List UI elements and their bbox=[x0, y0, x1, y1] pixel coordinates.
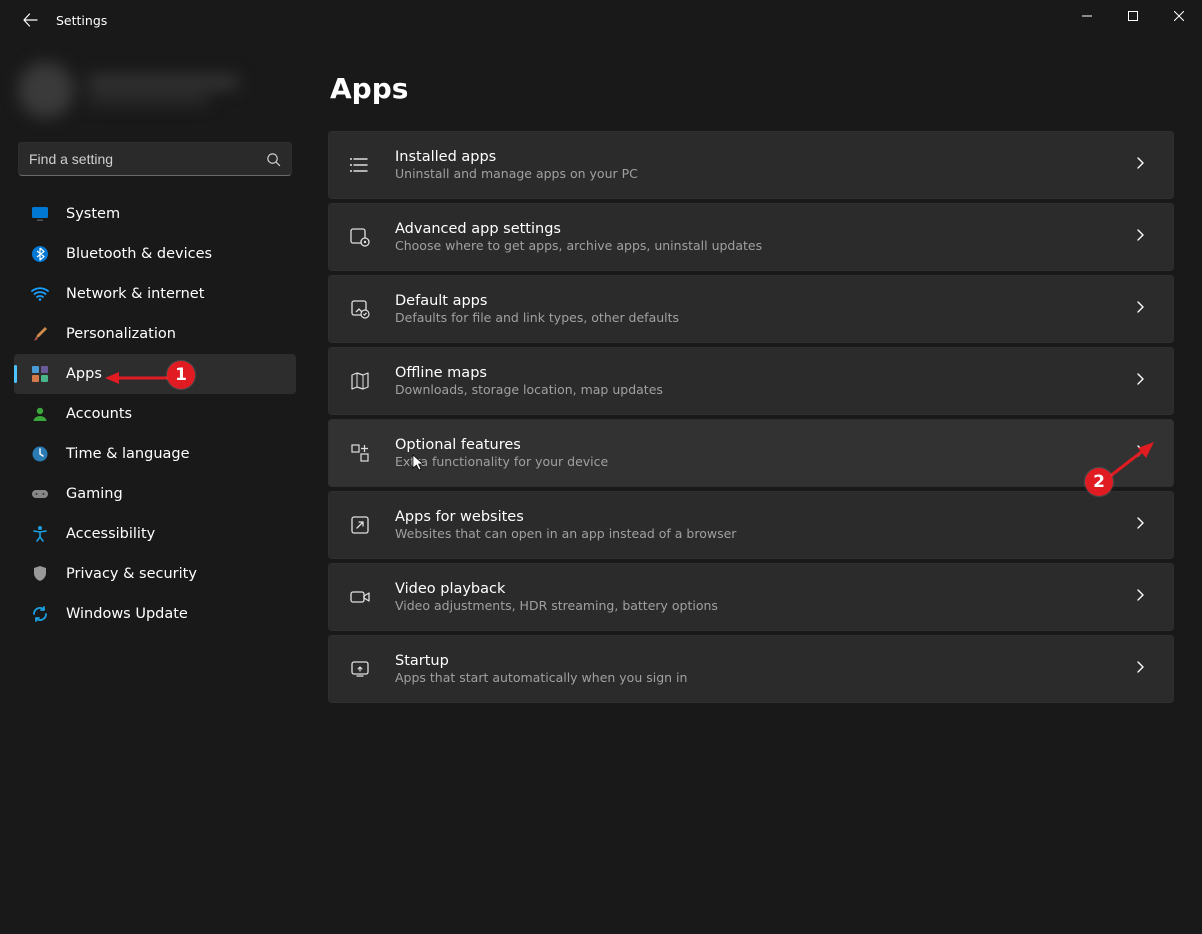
sidebar-item-label: System bbox=[66, 206, 120, 222]
card-desc: Uninstall and manage apps on your PC bbox=[395, 166, 1111, 181]
maximize-icon bbox=[1128, 11, 1138, 21]
nav-list: System Bluetooth & devices Network & int… bbox=[8, 194, 302, 634]
brush-icon bbox=[30, 324, 50, 344]
card-title: Offline maps bbox=[395, 365, 1111, 381]
titlebar: Settings bbox=[0, 0, 1202, 40]
mouse-cursor-icon bbox=[412, 454, 426, 472]
card-startup[interactable]: Startup Apps that start automatically wh… bbox=[328, 635, 1174, 703]
page-title: Apps bbox=[330, 72, 1174, 105]
settings-card-list: Installed apps Uninstall and manage apps… bbox=[328, 131, 1174, 703]
card-installed-apps[interactable]: Installed apps Uninstall and manage apps… bbox=[328, 131, 1174, 199]
bluetooth-icon bbox=[30, 244, 50, 264]
accessibility-icon bbox=[30, 524, 50, 544]
main-content: Apps Installed apps Uninstall and manage… bbox=[310, 40, 1202, 934]
account-icon bbox=[30, 404, 50, 424]
monitor-icon bbox=[30, 204, 50, 224]
card-desc: Choose where to get apps, archive apps, … bbox=[395, 238, 1111, 253]
close-icon bbox=[1174, 11, 1184, 21]
sidebar: System Bluetooth & devices Network & int… bbox=[0, 40, 310, 934]
sidebar-item-network[interactable]: Network & internet bbox=[14, 274, 296, 314]
account-info bbox=[88, 76, 292, 104]
maximize-button[interactable] bbox=[1110, 0, 1156, 32]
card-title: Default apps bbox=[395, 293, 1111, 309]
apps-icon bbox=[30, 364, 50, 384]
minimize-icon bbox=[1082, 11, 1092, 21]
sidebar-item-label: Windows Update bbox=[66, 606, 188, 622]
default-apps-icon bbox=[347, 296, 373, 322]
sidebar-item-accessibility[interactable]: Accessibility bbox=[14, 514, 296, 554]
card-title: Video playback bbox=[395, 581, 1111, 597]
minimize-button[interactable] bbox=[1064, 0, 1110, 32]
chevron-right-icon bbox=[1133, 372, 1151, 390]
card-optional-features[interactable]: Optional features Extra functionality fo… bbox=[328, 419, 1174, 487]
chevron-right-icon bbox=[1133, 660, 1151, 678]
update-icon bbox=[30, 604, 50, 624]
card-desc: Websites that can open in an app instead… bbox=[395, 526, 1111, 541]
wifi-icon bbox=[30, 284, 50, 304]
app-gear-icon bbox=[347, 224, 373, 250]
annotation-badge-1: 1 bbox=[167, 361, 195, 389]
annotation-badge-2: 2 bbox=[1085, 468, 1113, 496]
window-controls bbox=[1064, 0, 1202, 32]
sidebar-item-gaming[interactable]: Gaming bbox=[14, 474, 296, 514]
card-video-playback[interactable]: Video playback Video adjustments, HDR st… bbox=[328, 563, 1174, 631]
card-desc: Downloads, storage location, map updates bbox=[395, 382, 1111, 397]
search-input[interactable] bbox=[29, 151, 266, 167]
sidebar-item-system[interactable]: System bbox=[14, 194, 296, 234]
card-offline-maps[interactable]: Offline maps Downloads, storage location… bbox=[328, 347, 1174, 415]
sidebar-item-label: Network & internet bbox=[66, 286, 204, 302]
sidebar-item-update[interactable]: Windows Update bbox=[14, 594, 296, 634]
sidebar-item-time[interactable]: Time & language bbox=[14, 434, 296, 474]
card-title: Advanced app settings bbox=[395, 221, 1111, 237]
sidebar-item-label: Accounts bbox=[66, 406, 132, 422]
sidebar-item-accounts[interactable]: Accounts bbox=[14, 394, 296, 434]
card-title: Startup bbox=[395, 653, 1111, 669]
sidebar-item-personalization[interactable]: Personalization bbox=[14, 314, 296, 354]
card-title: Optional features bbox=[395, 437, 1111, 453]
card-desc: Apps that start automatically when you s… bbox=[395, 670, 1111, 685]
chevron-right-icon bbox=[1133, 588, 1151, 606]
card-desc: Video adjustments, HDR streaming, batter… bbox=[395, 598, 1111, 613]
optional-features-icon bbox=[347, 440, 373, 466]
shield-icon bbox=[30, 564, 50, 584]
annotation-arrow-1 bbox=[105, 368, 175, 388]
window-title: Settings bbox=[56, 13, 107, 28]
avatar bbox=[18, 62, 74, 118]
chevron-right-icon bbox=[1133, 228, 1151, 246]
search-icon bbox=[266, 152, 281, 167]
card-advanced-app-settings[interactable]: Advanced app settings Choose where to ge… bbox=[328, 203, 1174, 271]
account-block[interactable] bbox=[18, 54, 292, 126]
sidebar-item-label: Personalization bbox=[66, 326, 176, 342]
startup-icon bbox=[347, 656, 373, 682]
card-title: Apps for websites bbox=[395, 509, 1111, 525]
arrow-left-icon bbox=[22, 12, 38, 28]
card-desc: Extra functionality for your device bbox=[395, 454, 1111, 469]
sidebar-item-label: Accessibility bbox=[66, 526, 155, 542]
chevron-right-icon bbox=[1133, 300, 1151, 318]
close-button[interactable] bbox=[1156, 0, 1202, 32]
list-icon bbox=[347, 152, 373, 178]
sidebar-item-label: Apps bbox=[66, 366, 102, 382]
card-title: Installed apps bbox=[395, 149, 1111, 165]
sidebar-item-label: Time & language bbox=[66, 446, 190, 462]
card-apps-for-websites[interactable]: Apps for websites Websites that can open… bbox=[328, 491, 1174, 559]
chevron-right-icon bbox=[1133, 156, 1151, 174]
sidebar-item-privacy[interactable]: Privacy & security bbox=[14, 554, 296, 594]
clock-icon bbox=[30, 444, 50, 464]
search-box[interactable] bbox=[18, 142, 292, 176]
back-button[interactable] bbox=[18, 8, 42, 32]
sidebar-item-label: Privacy & security bbox=[66, 566, 197, 582]
card-desc: Defaults for file and link types, other … bbox=[395, 310, 1111, 325]
sidebar-item-bluetooth[interactable]: Bluetooth & devices bbox=[14, 234, 296, 274]
gaming-icon bbox=[30, 484, 50, 504]
sidebar-item-label: Gaming bbox=[66, 486, 123, 502]
maps-icon bbox=[347, 368, 373, 394]
card-default-apps[interactable]: Default apps Defaults for file and link … bbox=[328, 275, 1174, 343]
video-icon bbox=[347, 584, 373, 610]
chevron-right-icon bbox=[1133, 516, 1151, 534]
sidebar-item-label: Bluetooth & devices bbox=[66, 246, 212, 262]
open-external-icon bbox=[347, 512, 373, 538]
